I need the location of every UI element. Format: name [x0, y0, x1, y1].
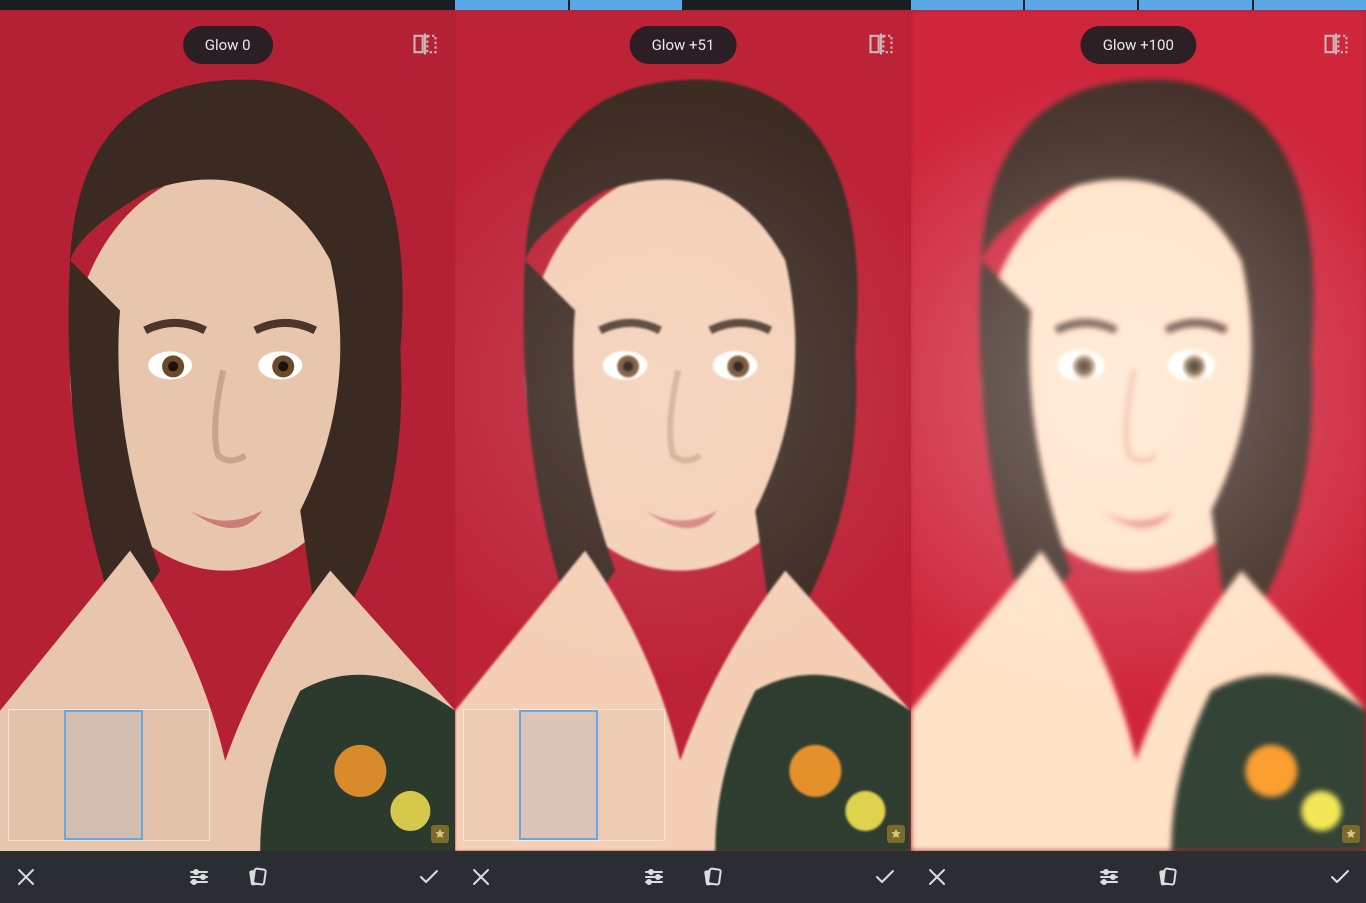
parameter-pill: Glow +51: [630, 26, 737, 64]
slider-track[interactable]: [0, 0, 455, 10]
close-icon[interactable]: [469, 865, 493, 889]
star-icon: [1342, 825, 1360, 843]
cards-icon[interactable]: [700, 865, 724, 889]
parameter-pill: Glow 0: [183, 26, 273, 64]
close-icon[interactable]: [925, 865, 949, 889]
sliders-icon[interactable]: [1097, 865, 1121, 889]
slider-track[interactable]: [455, 0, 910, 10]
check-icon[interactable]: [417, 865, 441, 889]
minimap-viewport[interactable]: [519, 710, 598, 840]
slider-track[interactable]: [911, 0, 1366, 10]
portrait-image: [911, 10, 1366, 851]
compare-icon[interactable]: [867, 30, 895, 58]
editor-pane-2: Glow +100: [911, 0, 1366, 903]
photo-canvas[interactable]: [911, 10, 1366, 851]
minimap-viewport[interactable]: [64, 710, 143, 840]
check-icon[interactable]: [1328, 865, 1352, 889]
editor-pane-0: Glow 0: [0, 0, 455, 903]
bottom-toolbar: [911, 851, 1366, 903]
star-icon: [431, 825, 449, 843]
editor-pane-1: Glow +51: [455, 0, 910, 903]
check-icon[interactable]: [873, 865, 897, 889]
minimap[interactable]: [463, 709, 665, 841]
cards-icon[interactable]: [245, 865, 269, 889]
star-icon: [887, 825, 905, 843]
minimap[interactable]: [8, 709, 210, 841]
sliders-icon[interactable]: [642, 865, 666, 889]
cards-icon[interactable]: [1155, 865, 1179, 889]
triptych: Glow 0: [0, 0, 1366, 903]
close-icon[interactable]: [14, 865, 38, 889]
bottom-toolbar: [0, 851, 455, 903]
compare-icon[interactable]: [411, 30, 439, 58]
bottom-toolbar: [455, 851, 910, 903]
parameter-pill: Glow +100: [1081, 26, 1196, 64]
sliders-icon[interactable]: [187, 865, 211, 889]
compare-icon[interactable]: [1322, 30, 1350, 58]
